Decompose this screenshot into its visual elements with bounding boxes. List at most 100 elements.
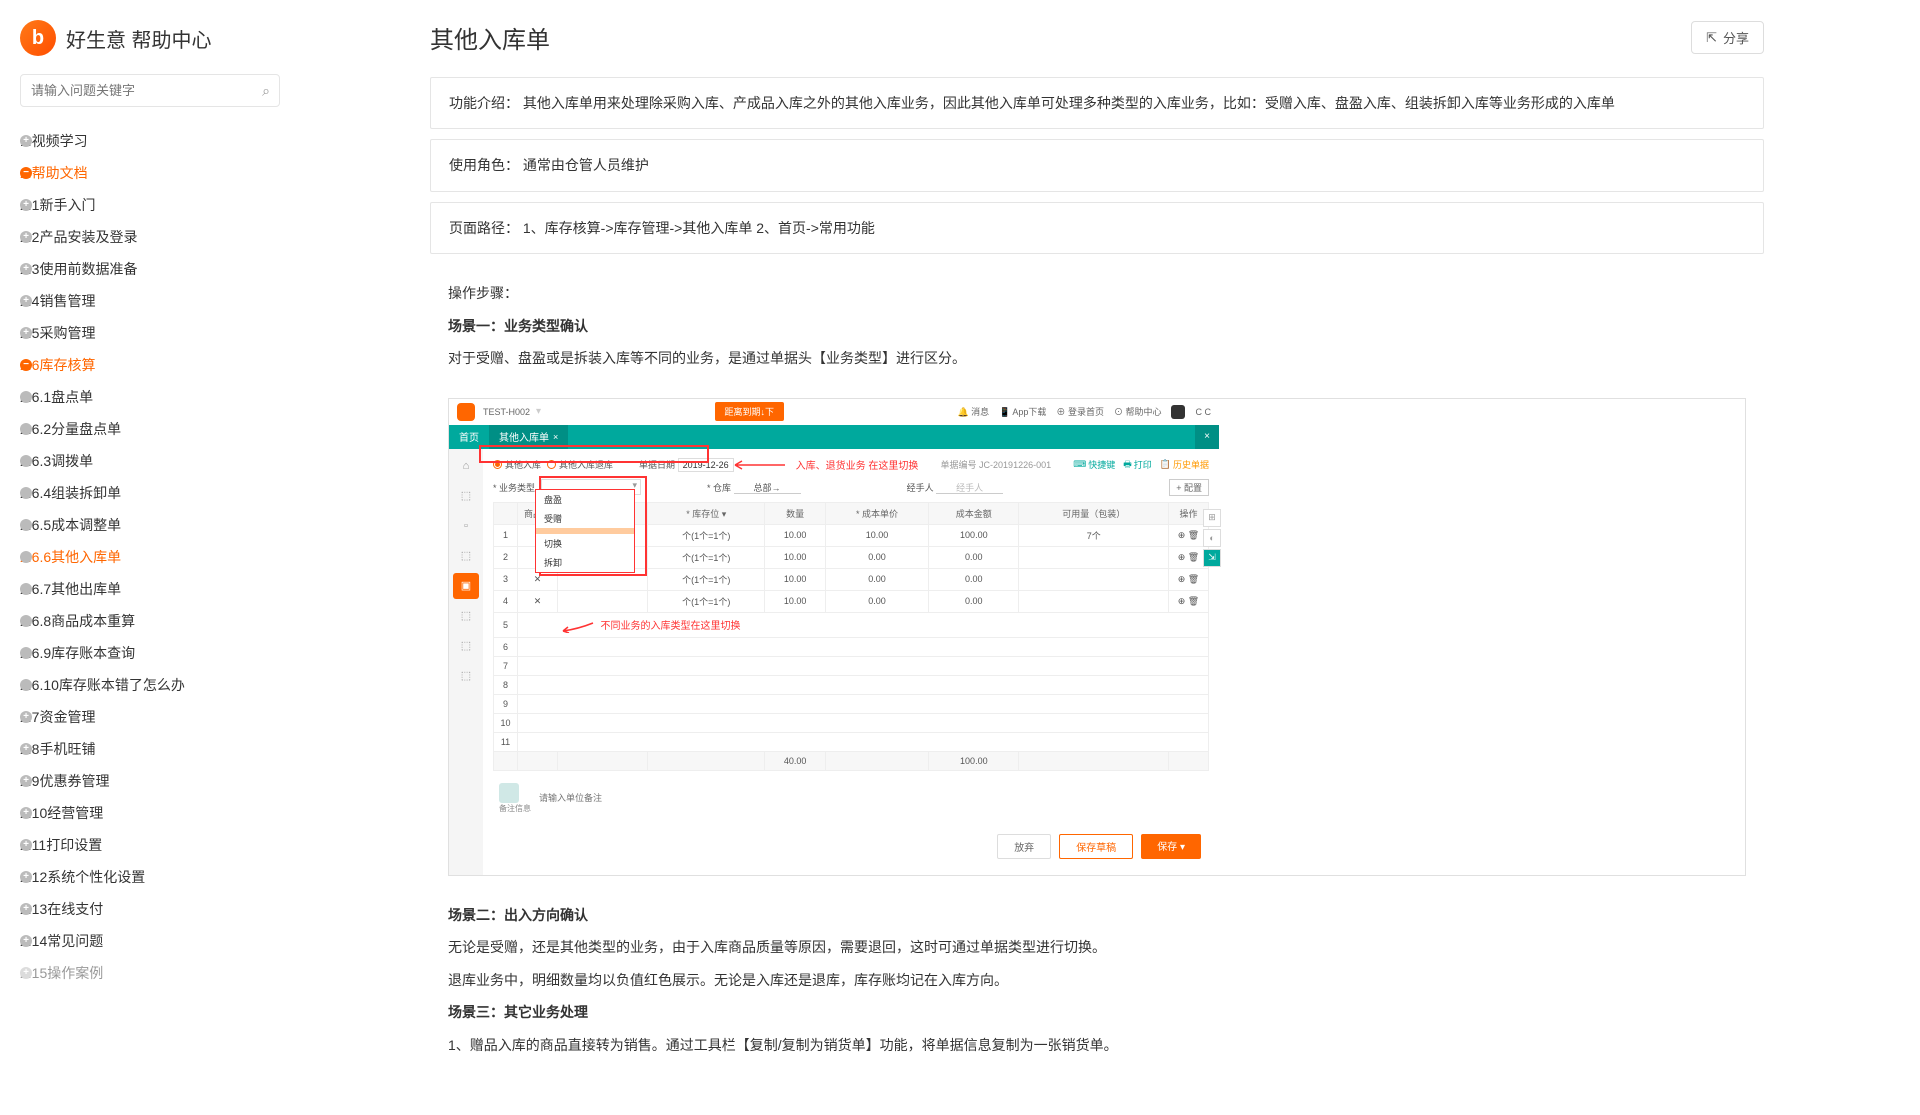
close-icon: × bbox=[553, 432, 558, 442]
sc-print-link: 🖶 打印 bbox=[1123, 457, 1152, 473]
sc-login-link: ⊕ 登录首页 bbox=[1056, 405, 1104, 418]
search-wrap: ⌕ bbox=[20, 74, 280, 107]
site-title: 好生意 帮助中心 bbox=[66, 24, 212, 53]
sc-tool-icon-1: ⊞ bbox=[1203, 509, 1221, 527]
scene1-text: 对于受赠、盘盈或是拆装入库等不同的业务，是通过单据头【业务类型】进行区分。 bbox=[448, 345, 1746, 372]
sc-nav-lock-icon: ⬚ bbox=[453, 603, 479, 629]
embedded-screenshot: TEST-H002 ▾ 距离到期↓下 🔔 消息 📱 App下载 ⊕ 登录首页 ⊙… bbox=[448, 398, 1746, 876]
sc-app-link: 📱 App下载 bbox=[999, 405, 1046, 418]
role-label: 使用角色： bbox=[449, 157, 519, 173]
nav-faq[interactable]: 2.14常见问题 bbox=[20, 925, 280, 957]
sc-shortcut-link: ⌨ 快捷键 bbox=[1073, 457, 1115, 473]
sc-config-btn: + 配置 bbox=[1169, 479, 1209, 496]
main-content: 其他入库单 ⇱ 分享 功能介绍： 其他入库单用来处理除采购入库、产成品入库之外的… bbox=[300, 0, 1864, 1115]
nav-inventory[interactable]: 2.6库存核算 bbox=[20, 349, 280, 381]
sc-remark-icon bbox=[499, 783, 519, 803]
sc-tool-icon-3: ⇲ bbox=[1203, 549, 1221, 567]
role-box: 使用角色： 通常由仓管人员维护 bbox=[430, 139, 1764, 191]
sc-nav-cart-icon: ⬚ bbox=[453, 483, 479, 509]
sc-logo-icon bbox=[457, 403, 475, 421]
scene2-text2: 退库业务中，明细数量均以负值红色展示。无论是入库还是退库，库存账均记在入库方向。 bbox=[448, 967, 1746, 994]
nav-ledger-fix[interactable]: 2.6.10库存账本错了怎么办 bbox=[20, 669, 280, 701]
nav-online-pay[interactable]: 2.13在线支付 bbox=[20, 893, 280, 925]
nav-system-config[interactable]: 2.12系统个性化设置 bbox=[20, 861, 280, 893]
sc-username: C C bbox=[1195, 407, 1211, 417]
content-block: 操作步骤： 场景一：业务类型确认 对于受赠、盘盈或是拆装入库等不同的业务，是通过… bbox=[430, 264, 1764, 388]
sc-topright: 🔔 消息 📱 App下载 ⊕ 登录首页 ⊙ 帮助中心 C C bbox=[957, 405, 1211, 419]
path-text: 1、库存核算->库存管理->其他入库单 2、首页->常用功能 bbox=[523, 220, 875, 236]
intro-text: 其他入库单用来处理除采购入库、产成品入库之外的其他入库业务，因此其他入库单可处理… bbox=[523, 95, 1615, 111]
sc-form: 其他入库 其他入库退库 单据日期 2019-12-26 入库、退货业务 在这里切… bbox=[483, 449, 1219, 875]
sidebar: b 好生意 帮助中心 ⌕ 1.视频学习 2.帮助文档 2.1新手入门 2.2产品… bbox=[0, 0, 300, 1115]
nav-stocktake[interactable]: 2.6.1盘点单 bbox=[20, 381, 280, 413]
nav-install-login[interactable]: 2.2产品安装及登录 bbox=[20, 221, 280, 253]
sc-reset-button: 放弃 bbox=[997, 834, 1051, 859]
sc-topbar: TEST-H002 ▾ 距离到期↓下 🔔 消息 📱 App下载 ⊕ 登录首页 ⊙… bbox=[449, 399, 1219, 425]
nav-sales-mgmt[interactable]: 2.4销售管理 bbox=[20, 285, 280, 317]
sc-tool-icon-2: ◐ bbox=[1203, 529, 1221, 547]
nav-other-outbound[interactable]: 2.6.7其他出库单 bbox=[20, 573, 280, 605]
sc-sidetools: ⊞ ◐ ⇲ bbox=[1203, 509, 1221, 567]
nav-funds[interactable]: 2.7资金管理 bbox=[20, 701, 280, 733]
role-text: 通常由仓管人员维护 bbox=[523, 157, 649, 173]
main-header: 其他入库单 ⇱ 分享 bbox=[430, 20, 1764, 55]
nav-tree: 1.视频学习 2.帮助文档 2.1新手入门 2.2产品安装及登录 2.3使用前数… bbox=[20, 125, 280, 989]
table-row: 4✕个(1个=1个)10.000.000.00⊕ 🗑 bbox=[494, 590, 1209, 612]
sc-account: TEST-H002 bbox=[483, 407, 530, 417]
sc-biz-label: * 业务类型 bbox=[493, 481, 535, 494]
share-label: 分享 bbox=[1723, 28, 1749, 47]
scene3-text: 1、赠品入库的商品直接转为销售。通过工具栏【复制/复制为销货单】功能，将单据信息… bbox=[448, 1032, 1746, 1059]
content-block-2: 场景二：出入方向确认 无论是受赠，还是其他类型的业务，由于入库商品质量等原因，需… bbox=[430, 886, 1764, 1075]
sc-draft-button: 保存草稿 bbox=[1059, 834, 1133, 859]
scene3-title: 场景三：其它业务处理 bbox=[448, 999, 1746, 1026]
share-icon: ⇱ bbox=[1706, 30, 1717, 46]
path-box: 页面路径： 1、库存核算->库存管理->其他入库单 2、首页->常用功能 bbox=[430, 202, 1764, 254]
nav-print[interactable]: 2.11打印设置 bbox=[20, 829, 280, 861]
sc-footer: 放弃 保存草稿 保存 ▾ bbox=[493, 826, 1209, 867]
nav-partial-stocktake[interactable]: 2.6.2分量盘点单 bbox=[20, 413, 280, 445]
nav-getting-started[interactable]: 2.1新手入门 bbox=[20, 189, 280, 221]
nav-purchase-mgmt[interactable]: 2.5采购管理 bbox=[20, 317, 280, 349]
sc-annotation-1: 入库、退货业务 在这里切换 bbox=[796, 457, 919, 472]
search-input[interactable] bbox=[20, 74, 280, 107]
nav-assembly[interactable]: 2.6.4组装拆卸单 bbox=[20, 477, 280, 509]
sc-history-link: 📋 历史单据 bbox=[1160, 457, 1209, 473]
sc-nav-more-icon: ⬚ bbox=[453, 663, 479, 689]
sidebar-header: b 好生意 帮助中心 bbox=[20, 20, 280, 56]
sc-tabs-close-icon: × bbox=[1195, 425, 1219, 449]
nav-video-learning[interactable]: 1.视频学习 bbox=[20, 125, 280, 157]
sc-remark: 备注信息 bbox=[493, 777, 1209, 820]
steps-label: 操作步骤： bbox=[448, 280, 1746, 307]
sc-biztype-dropdown: 盘盈 受赠 切换 拆卸 bbox=[535, 489, 635, 573]
nav-cost-recalc[interactable]: 2.6.8商品成本重算 bbox=[20, 605, 280, 637]
search-icon[interactable]: ⌕ bbox=[262, 82, 270, 99]
sc-expire-notice: 距离到期↓下 bbox=[715, 402, 785, 421]
scene1-title: 场景一：业务类型确认 bbox=[448, 313, 1746, 340]
sc-annotation-2: 不同业务的入库类型在这里切换 bbox=[601, 621, 741, 632]
sc-nav-box-icon: ▫ bbox=[453, 513, 479, 539]
sc-remark-input bbox=[539, 793, 1203, 803]
scene2-text1: 无论是受赠，还是其他类型的业务，由于入库商品质量等原因，需要退回，这时可通过单据… bbox=[448, 934, 1746, 961]
sc-msg-icon: 🔔 消息 bbox=[957, 405, 989, 418]
sc-help-link: ⊙ 帮助中心 bbox=[1114, 405, 1162, 418]
nav-other-inbound[interactable]: 2.6.6其他入库单 bbox=[20, 541, 280, 573]
nav-transfer[interactable]: 2.6.3调拨单 bbox=[20, 445, 280, 477]
sc-avatar-icon bbox=[1171, 405, 1185, 419]
nav-mobile-shop[interactable]: 2.8手机旺铺 bbox=[20, 733, 280, 765]
nav-data-prep[interactable]: 2.3使用前数据准备 bbox=[20, 253, 280, 285]
share-button[interactable]: ⇱ 分享 bbox=[1691, 21, 1764, 54]
nav-ledger-query[interactable]: 2.6.9库存账本查询 bbox=[20, 637, 280, 669]
sc-nav-doc-icon: ▣ bbox=[453, 573, 479, 599]
nav-business[interactable]: 2.10经营管理 bbox=[20, 797, 280, 829]
sc-highlight-box-1 bbox=[479, 445, 709, 463]
sc-save-button: 保存 ▾ bbox=[1141, 834, 1201, 859]
nav-coupon[interactable]: 2.9优惠券管理 bbox=[20, 765, 280, 797]
logo-icon: b bbox=[20, 20, 56, 56]
nav-cost-adjust[interactable]: 2.6.5成本调整单 bbox=[20, 509, 280, 541]
nav-cases[interactable]: 2.15操作案例 bbox=[20, 957, 280, 989]
scene2-title: 场景二：出入方向确认 bbox=[448, 902, 1746, 929]
intro-box: 功能介绍： 其他入库单用来处理除采购入库、产成品入库之外的其他入库业务，因此其他… bbox=[430, 77, 1764, 129]
page-title: 其他入库单 bbox=[430, 20, 550, 55]
nav-help-docs[interactable]: 2.帮助文档 bbox=[20, 157, 280, 189]
sc-nav-home-icon: ⌂ bbox=[453, 453, 479, 479]
